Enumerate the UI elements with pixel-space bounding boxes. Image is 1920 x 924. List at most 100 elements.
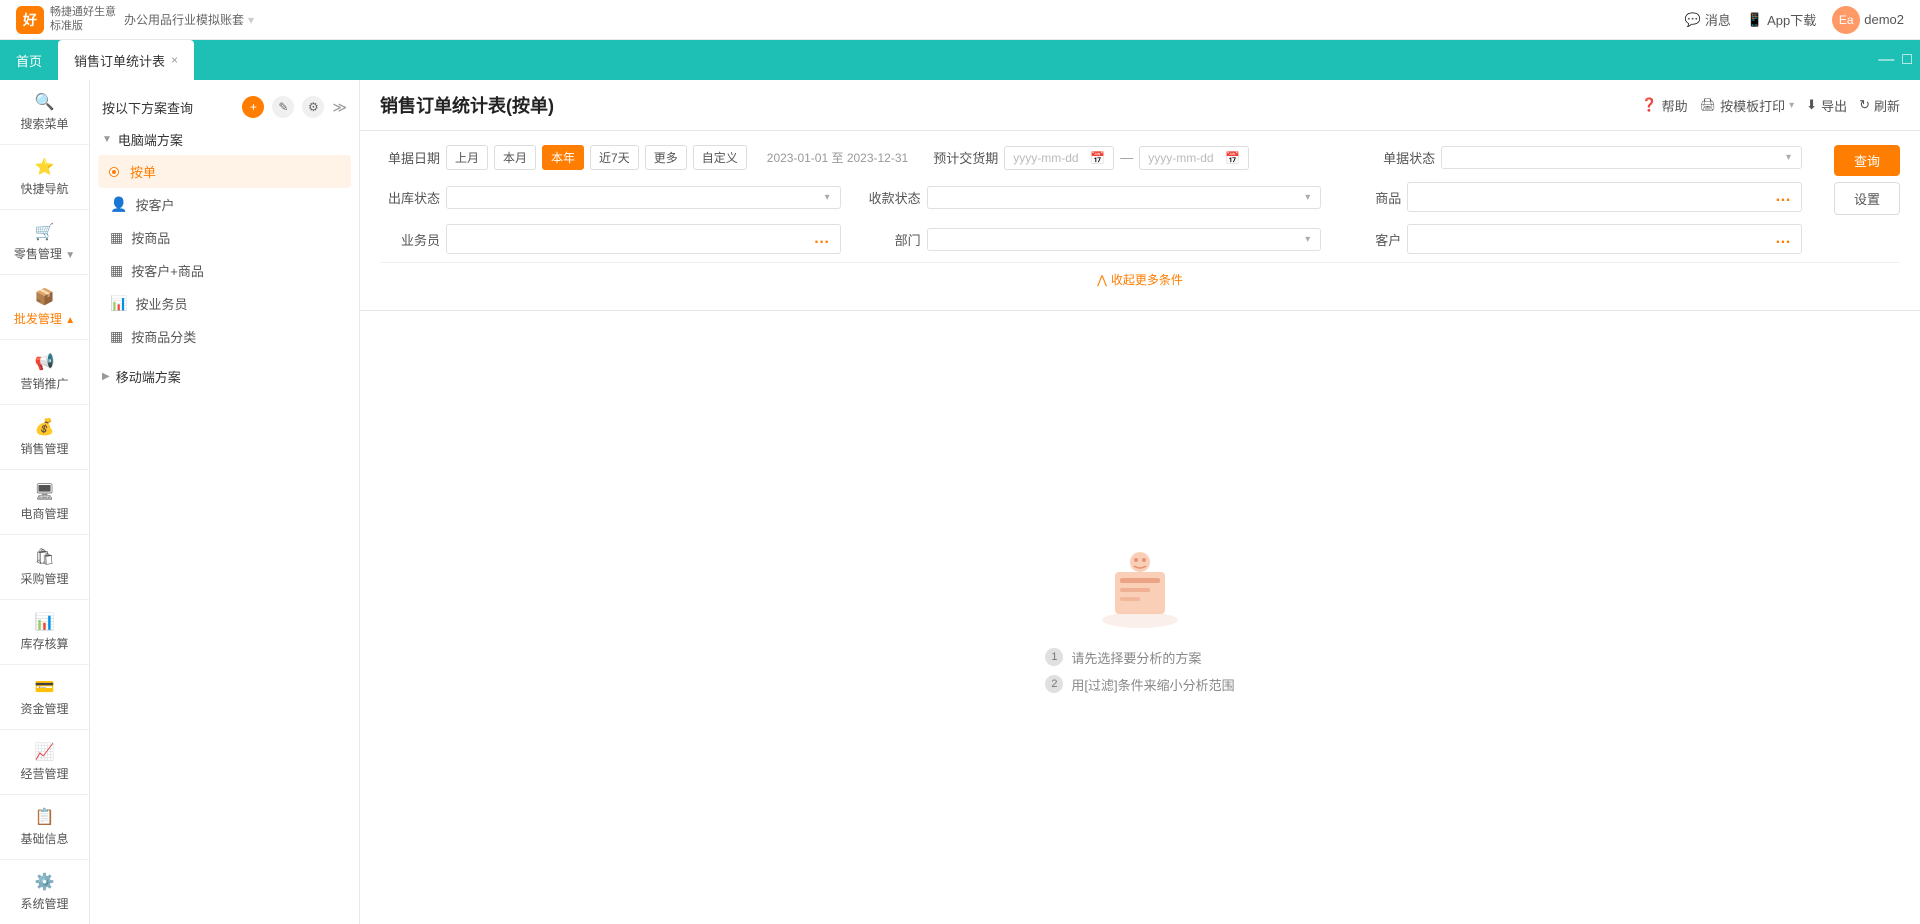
user-menu[interactable]: Ea demo2 (1832, 6, 1904, 34)
dept-group: 部门 ▾ (861, 228, 1322, 251)
scheme-panel: 按以下方案查询 + ✎ ⚙ ≫ ▼ 电脑端方案 (90, 80, 360, 924)
sidebar-item-purchase[interactable]: 🛍 采购管理 (0, 535, 89, 600)
refresh-icon: ↻ (1859, 97, 1870, 113)
wholesale-icon: 📦 (0, 287, 89, 307)
date-btn-custom[interactable]: 自定义 (693, 145, 747, 170)
delivery-status-select[interactable]: ▾ (446, 186, 841, 209)
scheme-category-mobile[interactable]: ▶ 移动端方案 (90, 361, 359, 392)
tab-home[interactable]: 首页 (0, 40, 58, 80)
sidebar-item-system[interactable]: ⚙️ 系统管理 (0, 860, 89, 924)
print-button[interactable]: 🖨 按模板打印 ▾ (1700, 96, 1795, 115)
page-header: 销售订单统计表(按单) ❓ 帮助 🖨 按模板打印 ▾ ⬇ 导出 (360, 80, 1920, 131)
scheme-panel-header: 按以下方案查询 + ✎ ⚙ ≫ (90, 90, 359, 124)
order-status-label: 单据状态 (1375, 148, 1435, 167)
scheme-collapse-button[interactable]: ≫ (332, 99, 347, 116)
ecommerce-icon: 🖥 (0, 482, 89, 502)
scheme-add-button[interactable]: + (242, 96, 264, 118)
sidebar-item-retail[interactable]: 🛒 零售管理 ▼ (0, 210, 89, 275)
maximize-icon[interactable]: □ (1902, 51, 1912, 69)
wholesale-arrow: ▲ (65, 315, 75, 326)
sidebar-item-wholesale[interactable]: 📦 批发管理 ▲ (0, 275, 89, 340)
app-download-button[interactable]: 📱 App下载 (1747, 10, 1816, 29)
refresh-button[interactable]: ↻ 刷新 (1859, 96, 1900, 115)
expected-date-end[interactable]: yyyy-mm-dd 📅 (1139, 146, 1249, 170)
filter-actions: 查询 设置 (1834, 145, 1900, 215)
export-button[interactable]: ⬇ 导出 (1806, 96, 1847, 115)
scheme-item-by-customer-goods[interactable]: ▦ 按客户+商品 (98, 254, 351, 287)
date-btn-this-month[interactable]: 本月 (494, 145, 536, 170)
customer-input[interactable]: … (1407, 224, 1802, 254)
date-btn-more[interactable]: 更多 (645, 145, 687, 170)
customer-group: 客户 … (1341, 224, 1802, 254)
sidebar-item-search[interactable]: 🔍 搜索菜单 (0, 80, 89, 145)
top-bar-left: 好 畅捷通好生意 标准版 办公用品行业模拟账套 ▾ (16, 6, 254, 34)
sidebar-item-sales[interactable]: 💰 销售管理 (0, 405, 89, 470)
status-tip-2: 2 用[过滤]条件来缩小分析范围 (1045, 675, 1234, 694)
order-status-select[interactable]: ▾ (1441, 146, 1802, 169)
scheme-item-by-goods[interactable]: ▦ 按商品 (98, 221, 351, 254)
payment-arrow: ▾ (1305, 192, 1310, 203)
salesperson-input[interactable]: … (446, 224, 841, 254)
goods-more-icon[interactable]: … (1775, 188, 1791, 206)
filter-row-2: 出库状态 ▾ 收款状态 ▾ (380, 182, 1802, 212)
goods-input[interactable]: … (1407, 182, 1802, 212)
active-dot-icon (110, 168, 118, 176)
category-icon: ▦ (110, 328, 123, 345)
sidebar-item-inventory[interactable]: 📊 库存核算 (0, 600, 89, 665)
sidebar-item-marketing[interactable]: 📢 营销推广 (0, 340, 89, 405)
query-button[interactable]: 查询 (1834, 145, 1900, 176)
download-icon: 📱 (1747, 12, 1763, 28)
date-btn-7days[interactable]: 近7天 (590, 145, 639, 170)
customer-more-icon[interactable]: … (1775, 230, 1791, 248)
message-button[interactable]: 💬 消息 (1685, 10, 1731, 29)
collapse-filter-button[interactable]: ⋀ 收起更多条件 (380, 262, 1900, 296)
breadcrumb-arrow[interactable]: ▾ (248, 13, 254, 27)
scheme-item-by-customer[interactable]: 👤 按客户 (98, 188, 351, 221)
date-btn-this-year[interactable]: 本年 (542, 145, 584, 170)
scheme-item-by-category[interactable]: ▦ 按商品分类 (98, 320, 351, 353)
minimize-icon[interactable]: — (1878, 51, 1894, 69)
status-tips: 1 请先选择要分析的方案 2 用[过滤]条件来缩小分析范围 (1045, 648, 1234, 694)
tab-close-icon[interactable]: × (171, 53, 178, 67)
category-arrow-icon: ▼ (102, 134, 112, 145)
category-pc-label: 电脑端方案 (118, 130, 183, 149)
calendar-start-icon[interactable]: 📅 (1090, 151, 1105, 165)
content-area: 按以下方案查询 + ✎ ⚙ ≫ ▼ 电脑端方案 (90, 80, 1920, 924)
main-layout: 🔍 搜索菜单 ⭐ 快捷导航 🛒 零售管理 ▼ 📦 批发管理 ▲ 📢 营销推广 💰… (0, 80, 1920, 924)
date-btn-last-month[interactable]: 上月 (446, 145, 488, 170)
date-placeholder-end: yyyy-mm-dd (1148, 151, 1221, 165)
settings-button[interactable]: 设置 (1834, 182, 1900, 215)
scheme-item-by-order[interactable]: 按单 (98, 155, 351, 188)
sidebar-item-quick-nav[interactable]: ⭐ 快捷导航 (0, 145, 89, 210)
message-icon: 💬 (1685, 12, 1701, 28)
tab-sales-order-stat[interactable]: 销售订单统计表 × (58, 40, 194, 80)
payment-status-select[interactable]: ▾ (927, 186, 1322, 209)
page-header-actions: ❓ 帮助 🖨 按模板打印 ▾ ⬇ 导出 ↻ 刷新 (1641, 96, 1900, 115)
tip-num-2: 2 (1045, 675, 1063, 693)
sidebar-item-ecommerce[interactable]: 🖥 电商管理 (0, 470, 89, 535)
calendar-end-icon[interactable]: 📅 (1225, 151, 1240, 165)
dept-select[interactable]: ▾ (927, 228, 1322, 251)
expected-date-label: 预计交货期 (928, 148, 998, 167)
salesperson-more-icon[interactable]: … (814, 230, 830, 248)
scheme-category-pc[interactable]: ▼ 电脑端方案 (90, 124, 359, 155)
scheme-item-by-salesperson[interactable]: 📊 按业务员 (98, 287, 351, 320)
edit-icon: ✎ (278, 100, 288, 114)
grid2-icon: ▦ (110, 262, 123, 279)
sidebar-item-basic[interactable]: 📋 基础信息 (0, 795, 89, 860)
scheme-edit-button[interactable]: ✎ (272, 96, 294, 118)
expected-date-start[interactable]: yyyy-mm-dd 📅 (1004, 146, 1114, 170)
sidebar-item-finance[interactable]: 💳 资金管理 (0, 665, 89, 730)
filter-row-1: 单据日期 上月 本月 本年 近7天 更多 自定义 (380, 145, 1802, 170)
sidebar-item-operation[interactable]: 📈 经营管理 (0, 730, 89, 795)
right-panel: 销售订单统计表(按单) ❓ 帮助 🖨 按模板打印 ▾ ⬇ 导出 (360, 80, 1920, 924)
salesperson-group: 业务员 … (380, 224, 841, 254)
help-button[interactable]: ❓ 帮助 (1641, 96, 1687, 115)
logo-icon: 好 (16, 6, 44, 34)
tip-num-1: 1 (1045, 648, 1063, 666)
order-status-group: 单据状态 ▾ (1375, 146, 1802, 169)
help-icon: ❓ (1641, 97, 1657, 113)
scheme-settings-button[interactable]: ⚙ (302, 96, 324, 118)
sales-icon: 💰 (0, 417, 89, 437)
retail-icon: 🛒 (0, 222, 89, 242)
